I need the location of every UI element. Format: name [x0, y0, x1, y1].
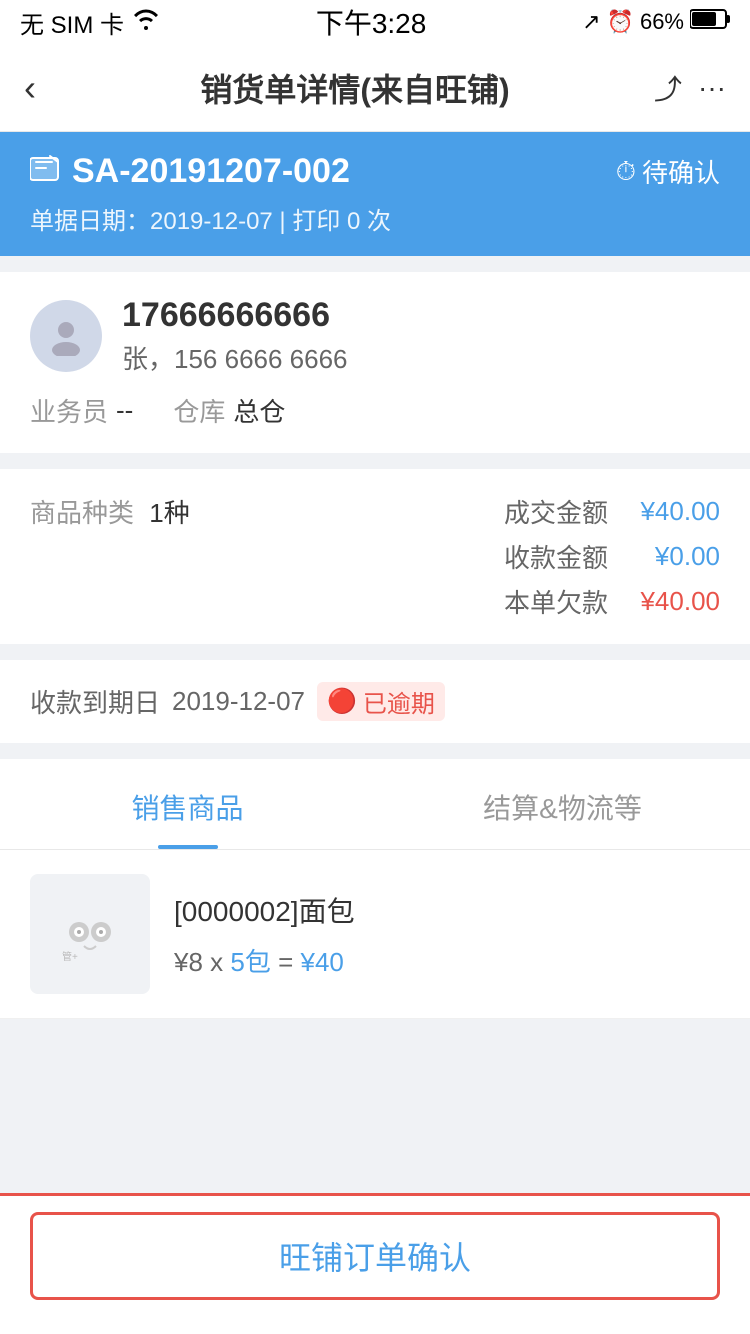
confirm-order-button[interactable]: 旺铺订单确认 — [30, 1212, 720, 1300]
back-button[interactable]: ‹ — [24, 67, 84, 109]
product-info: [0000002]面包 ¥8 x 5包 = ¥40 — [174, 890, 720, 979]
order-header-card: SA-20191207-002 ⏱ 待确认 单据日期：2019-12-07 | … — [0, 132, 750, 256]
product-thumbnail: 管+ — [30, 874, 150, 994]
tab-settlement-logistics[interactable]: 结算&物流等 — [375, 759, 750, 849]
tab-sales-products[interactable]: 销售商品 — [0, 759, 375, 849]
due-date-card: 收款到期日 2019-12-07 🔴 已逾期 — [0, 660, 750, 743]
nav-bar: ‹ 销货单详情(来自旺铺) ⤴ ··· — [0, 44, 750, 132]
avatar — [30, 300, 102, 372]
location-icon: ↗ — [582, 9, 600, 35]
overdue-text: 已逾期 — [363, 684, 435, 719]
payment-label: 收款金额 — [504, 538, 608, 575]
price-qty: 5包 — [230, 947, 270, 977]
order-id: SA-20191207-002 — [30, 152, 350, 191]
battery-level: 66% — [640, 9, 684, 35]
debt-label: 本单欠款 — [504, 583, 608, 620]
order-icon — [30, 154, 62, 189]
customer-card: 17666666666 张，156 6666 6666 业务员 -- 仓库 总仓 — [0, 272, 750, 453]
wifi-icon — [132, 8, 160, 37]
salesperson-value: -- — [116, 395, 133, 426]
confirm-btn-container: 旺铺订单确认 — [0, 1193, 750, 1334]
bottom-area — [0, 1019, 750, 1219]
order-date-line: 单据日期：2019-12-07 | 打印 0 次 — [30, 201, 720, 236]
battery-icon — [690, 8, 730, 36]
summary-left: 商品种类 1种 — [30, 493, 190, 530]
salesperson-item: 业务员 -- — [30, 392, 133, 429]
price-total: ¥40 — [300, 947, 343, 977]
salesperson-label: 业务员 — [30, 392, 108, 429]
customer-phone: 17666666666 — [122, 296, 348, 335]
customer-meta: 业务员 -- 仓库 总仓 — [30, 392, 720, 429]
order-status-badge: ⏱ 待确认 — [616, 153, 720, 190]
share-icon[interactable]: ⤴ — [654, 68, 682, 108]
svg-text:管+: 管+ — [62, 950, 78, 963]
nav-actions: ⤴ ··· — [626, 68, 726, 108]
payment-row: 收款金额 ¥0.00 — [504, 538, 720, 575]
status-text: 待确认 — [642, 153, 720, 190]
status-left: 无 SIM 卡 — [20, 5, 160, 40]
due-label: 收款到期日 — [30, 683, 160, 720]
tabs: 销售商品 结算&物流等 — [0, 759, 750, 849]
summary-right: 成交金额 ¥40.00 收款金额 ¥0.00 本单欠款 ¥40.00 — [504, 493, 720, 620]
cat-value: 1种 — [149, 498, 189, 528]
overdue-badge: 🔴 已逾期 — [317, 682, 445, 721]
cat-label: 商品种类 — [30, 498, 134, 528]
debt-row: 本单欠款 ¥40.00 — [504, 583, 720, 620]
product-item: 管+ [0000002]面包 ¥8 x 5包 = ¥40 — [0, 850, 750, 1019]
warehouse-value: 总仓 — [233, 392, 285, 429]
clock-icon: ⏱ — [616, 156, 636, 188]
deal-amount-row: 成交金额 ¥40.00 — [504, 493, 720, 530]
customer-name-phone: 张，156 6666 6666 — [122, 339, 348, 376]
deal-amount-value: ¥40.00 — [620, 496, 720, 527]
status-right: ↗ ⏰ 66% — [582, 8, 730, 36]
product-price: ¥8 x 5包 = ¥40 — [174, 942, 720, 979]
warehouse-label: 仓库 — [173, 392, 225, 429]
page-title: 销货单详情(来自旺铺) — [84, 65, 626, 111]
warehouse-item: 仓库 总仓 — [173, 392, 285, 429]
price-base: ¥8 x — [174, 947, 230, 977]
tabs-container: 销售商品 结算&物流等 — [0, 759, 750, 850]
debt-value: ¥40.00 — [620, 586, 720, 617]
status-time: 下午3:28 — [316, 2, 427, 42]
sim-status: 无 SIM 卡 — [20, 5, 124, 40]
status-bar: 无 SIM 卡 下午3:28 ↗ ⏰ 66% — [0, 0, 750, 44]
more-icon[interactable]: ··· — [698, 72, 726, 104]
payment-value: ¥0.00 — [620, 541, 720, 572]
alarm-icon: ⏰ — [607, 9, 634, 35]
deal-amount-label: 成交金额 — [504, 493, 608, 530]
customer-info: 17666666666 张，156 6666 6666 — [122, 296, 348, 376]
product-list: 管+ [0000002]面包 ¥8 x 5包 = ¥40 — [0, 850, 750, 1019]
price-equals: = — [271, 947, 301, 977]
due-date: 2019-12-07 — [172, 686, 305, 717]
summary-card: 商品种类 1种 成交金额 ¥40.00 收款金额 ¥0.00 本单欠款 ¥40.… — [0, 469, 750, 644]
alert-icon: 🔴 — [327, 687, 357, 716]
product-name: [0000002]面包 — [174, 890, 720, 930]
